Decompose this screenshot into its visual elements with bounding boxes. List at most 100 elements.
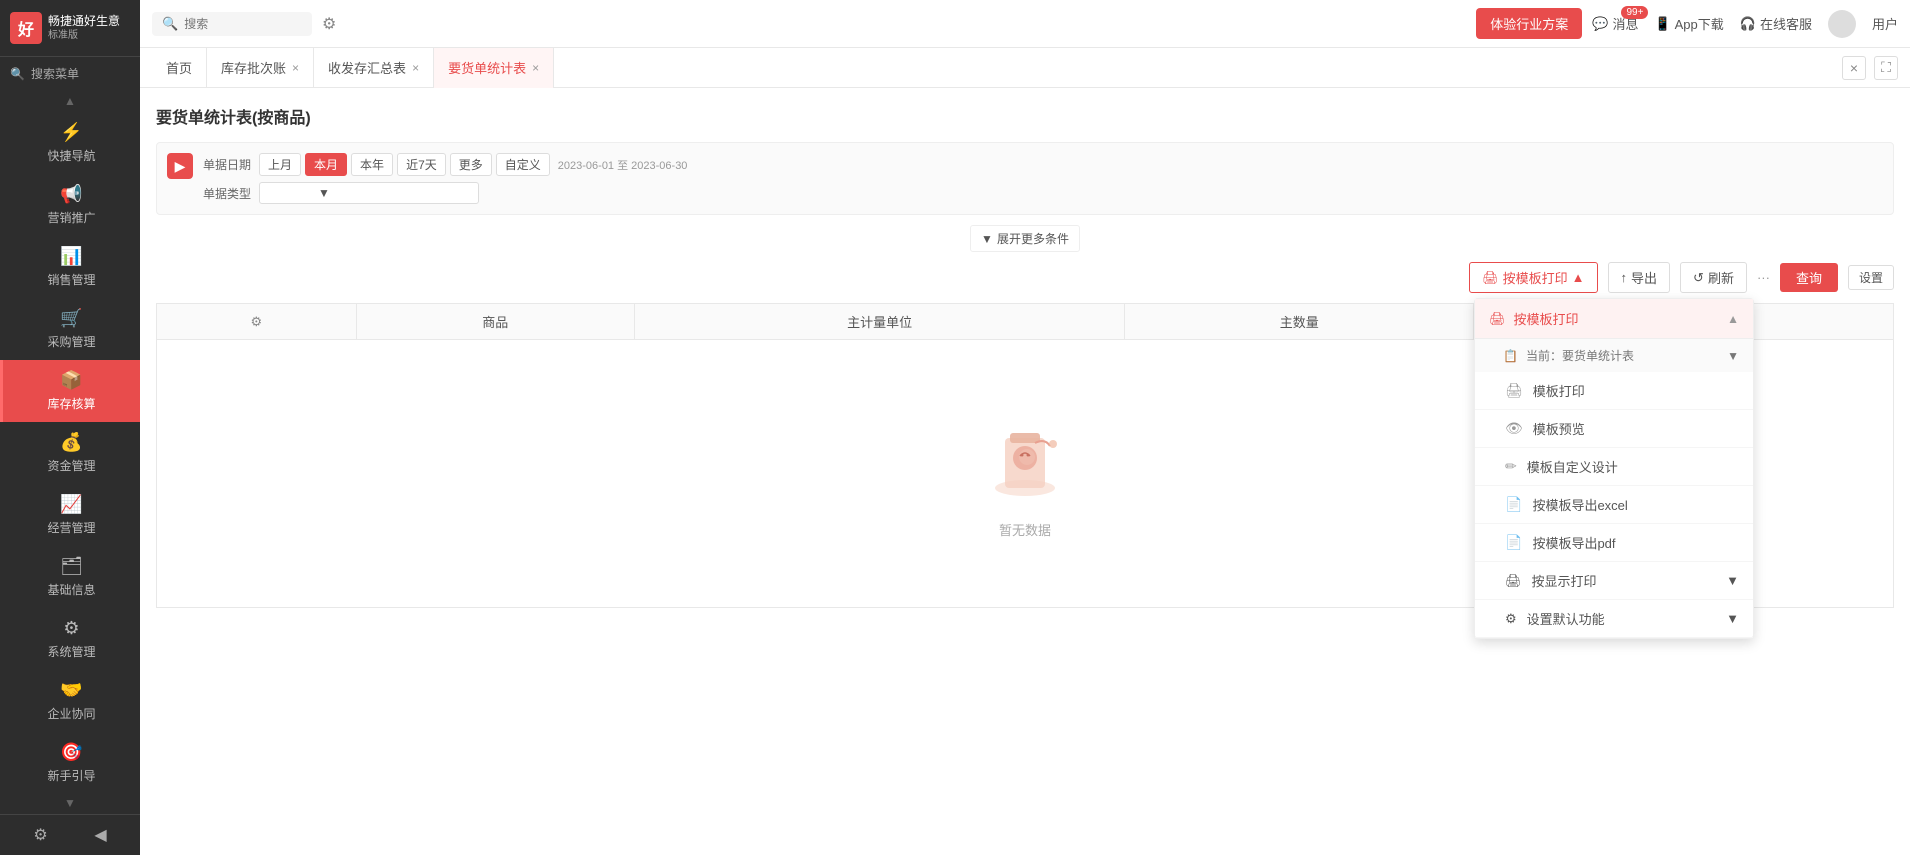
action-bar: 🖨 按模板打印 ▲ ↑ 导出 ↺ 刷新 ··· 查询 设置 <box>156 262 1894 293</box>
default-func-left: ⚙ 设置默认功能 <box>1505 609 1605 628</box>
template-print-item[interactable]: 🖨 模板打印 <box>1475 372 1753 410</box>
sales-icon: 📊 <box>60 246 82 267</box>
empty-illustration <box>975 408 1075 508</box>
scroll-up-arrow[interactable]: ▲ <box>0 90 140 112</box>
date-btn-more[interactable]: 更多 <box>450 153 492 176</box>
finance-icon: 💰 <box>60 432 82 453</box>
refresh-button[interactable]: ↺ 刷新 <box>1680 262 1747 293</box>
export-button[interactable]: ↑ 导出 <box>1608 262 1671 293</box>
sidebar-item-basic[interactable]: 🗂 基础信息 <box>0 546 140 608</box>
scroll-down-arrow[interactable]: ▼ <box>0 792 140 814</box>
online-service-item[interactable]: 🎧 在线客服 <box>1740 14 1812 33</box>
more-options-icon[interactable]: ··· <box>1757 270 1770 285</box>
col-unit: 主计量单位 <box>634 304 1125 340</box>
sidebar-item-sales[interactable]: 📊 销售管理 <box>0 236 140 298</box>
sidebar-item-quick-nav[interactable]: ⚡ 快捷导航 <box>0 112 140 174</box>
tab-inventory-batch-close[interactable]: × <box>292 61 299 75</box>
sidebar-item-operation[interactable]: 📈 经营管理 <box>0 484 140 546</box>
industry-solution-button[interactable]: 体验行业方案 <box>1476 8 1582 39</box>
tab-home[interactable]: 首页 <box>152 48 207 88</box>
sidebar-item-collab[interactable]: 🤝 企业协同 <box>0 670 140 732</box>
print-button[interactable]: 🖨 按模板打印 ▲ <box>1469 262 1597 293</box>
tab-inventory-batch-label: 库存批次账 <box>221 58 286 77</box>
print-dropdown-menu: 🖨 按模板打印 ▲ 📋 当前：要货单统计表 ▼ 🖨 <box>1474 298 1754 639</box>
date-btn-last-month[interactable]: 上月 <box>259 153 301 176</box>
app-download-item[interactable]: 📱 App下载 <box>1654 14 1723 33</box>
query-button[interactable]: 查询 <box>1780 263 1838 292</box>
display-print-icon: 🖨 <box>1505 573 1522 589</box>
settings-footer-icon[interactable]: ⚙ <box>33 825 47 845</box>
template-excel-item[interactable]: 📄 按模板导出excel <box>1475 486 1753 524</box>
date-btn-this-year[interactable]: 本年 <box>351 153 393 176</box>
online-service-label: 在线客服 <box>1760 14 1812 33</box>
avatar[interactable] <box>1828 10 1856 38</box>
current-template-item[interactable]: 📋 当前：要货单统计表 ▼ <box>1475 339 1753 372</box>
date-btn-custom[interactable]: 自定义 <box>496 153 550 176</box>
print-icon: 🖨 <box>1482 270 1499 286</box>
tab-maximize-button[interactable]: ⛶ <box>1874 56 1898 80</box>
col-qty: 主数量 <box>1125 304 1474 340</box>
tab-inventory-batch[interactable]: 库存批次账 × <box>207 48 314 88</box>
search-input[interactable] <box>184 17 284 31</box>
topbar-search[interactable]: 🔍 <box>152 12 312 36</box>
print-dropdown-header[interactable]: 🖨 按模板打印 ▲ <box>1475 299 1753 339</box>
collab-icon: 🤝 <box>60 680 82 701</box>
topbar-gear-icon[interactable]: ⚙ <box>322 14 336 34</box>
sidebar-item-guide[interactable]: 🎯 新手引导 <box>0 732 140 792</box>
default-func-icon: ⚙ <box>1505 611 1517 627</box>
tabs-bar: 首页 库存批次账 × 收发存汇总表 × 要货单统计表 × × ⛶ <box>140 48 1910 88</box>
basic-icon: 🗂 <box>60 556 83 577</box>
doc-type-select[interactable]: ▼ <box>259 182 479 204</box>
logo-icon: 好 <box>10 12 42 44</box>
display-print-item[interactable]: 🖨 按显示打印 ▼ <box>1475 562 1753 600</box>
tab-order-stats-close[interactable]: × <box>532 61 539 75</box>
date-btn-this-month[interactable]: 本月 <box>305 153 347 176</box>
table-gear-icon[interactable]: ⚙ <box>251 314 263 329</box>
sidebar-item-marketing[interactable]: 📢 营销推广 <box>0 174 140 236</box>
notification-icon: 💬 <box>1592 16 1608 32</box>
date-range: 2023-06-01 至 2023-06-30 <box>558 157 688 173</box>
template-preview-icon: 👁 <box>1505 420 1523 437</box>
sidebar-search[interactable]: 🔍 搜索菜单 <box>0 57 140 90</box>
template-preview-item[interactable]: 👁 模板预览 <box>1475 410 1753 448</box>
sidebar-item-purchase[interactable]: 🛒 采购管理 <box>0 298 140 360</box>
date-btn-7days[interactable]: 近7天 <box>397 153 446 176</box>
col-goods: 商品 <box>356 304 634 340</box>
filter-toggle-button[interactable]: ▶ <box>167 153 193 179</box>
filter-group-date: 单据日期 上月 本月 本年 近7天 更多 自定义 2023-06-01 至 20… <box>203 153 687 204</box>
display-print-arrow: ▼ <box>1726 573 1739 588</box>
notification-item[interactable]: 💬 消息 99+ <box>1592 14 1638 33</box>
date-label: 单据日期 <box>203 156 251 173</box>
collapse-icon[interactable]: ◀ <box>94 825 106 845</box>
settings-button[interactable]: 设置 <box>1848 265 1894 290</box>
quick-nav-icon: ⚡ <box>60 122 82 143</box>
expand-more-label: 展开更多条件 <box>997 230 1069 247</box>
doc-type-label: 单据类型 <box>203 185 251 202</box>
sidebar-logo: 好 畅捷通好生意 标准版 <box>0 0 140 57</box>
refresh-icon: ↺ <box>1693 270 1704 286</box>
expand-more-button[interactable]: ▼ 展开更多条件 <box>970 225 1080 252</box>
page-title: 要货单统计表(按商品) <box>156 104 1894 128</box>
tab-order-stats[interactable]: 要货单统计表 × <box>434 48 554 88</box>
sidebar-item-system[interactable]: ⚙ 系统管理 <box>0 608 140 670</box>
template-print-icon: 🖨 <box>1505 382 1523 399</box>
col-gear[interactable]: ⚙ <box>157 304 357 340</box>
inventory-icon: 📦 <box>60 370 82 391</box>
default-func-item[interactable]: ⚙ 设置默认功能 ▼ <box>1475 600 1753 638</box>
print-dropdown-title: 🖨 按模板打印 <box>1489 309 1579 328</box>
marketing-icon: 📢 <box>60 184 82 205</box>
template-design-item[interactable]: ✏ 模板自定义设计 <box>1475 448 1753 486</box>
tab-close-all-button[interactable]: × <box>1842 56 1866 80</box>
tab-receipt-summary-close[interactable]: × <box>412 61 419 75</box>
filter-row-doctype: 单据类型 ▼ <box>203 182 687 204</box>
tab-receipt-summary[interactable]: 收发存汇总表 × <box>314 48 434 88</box>
operation-icon: 📈 <box>60 494 82 515</box>
topbar: 🔍 ⚙ 体验行业方案 💬 消息 99+ 📱 App下载 🎧 在线客服 用户 <box>140 0 1910 48</box>
tabs-right: × ⛶ <box>1842 56 1898 80</box>
sidebar-item-finance[interactable]: 💰 资金管理 <box>0 422 140 484</box>
sidebar-nav: ⚡ 快捷导航 📢 营销推广 📊 销售管理 🛒 采购管理 📦 库存核算 💰 资金管… <box>0 112 140 792</box>
template-design-icon: ✏ <box>1505 458 1517 475</box>
date-buttons: 上月 本月 本年 近7天 更多 自定义 <box>259 153 550 176</box>
sidebar-item-inventory[interactable]: 📦 库存核算 <box>0 360 140 422</box>
template-pdf-item[interactable]: 📄 按模板导出pdf <box>1475 524 1753 562</box>
